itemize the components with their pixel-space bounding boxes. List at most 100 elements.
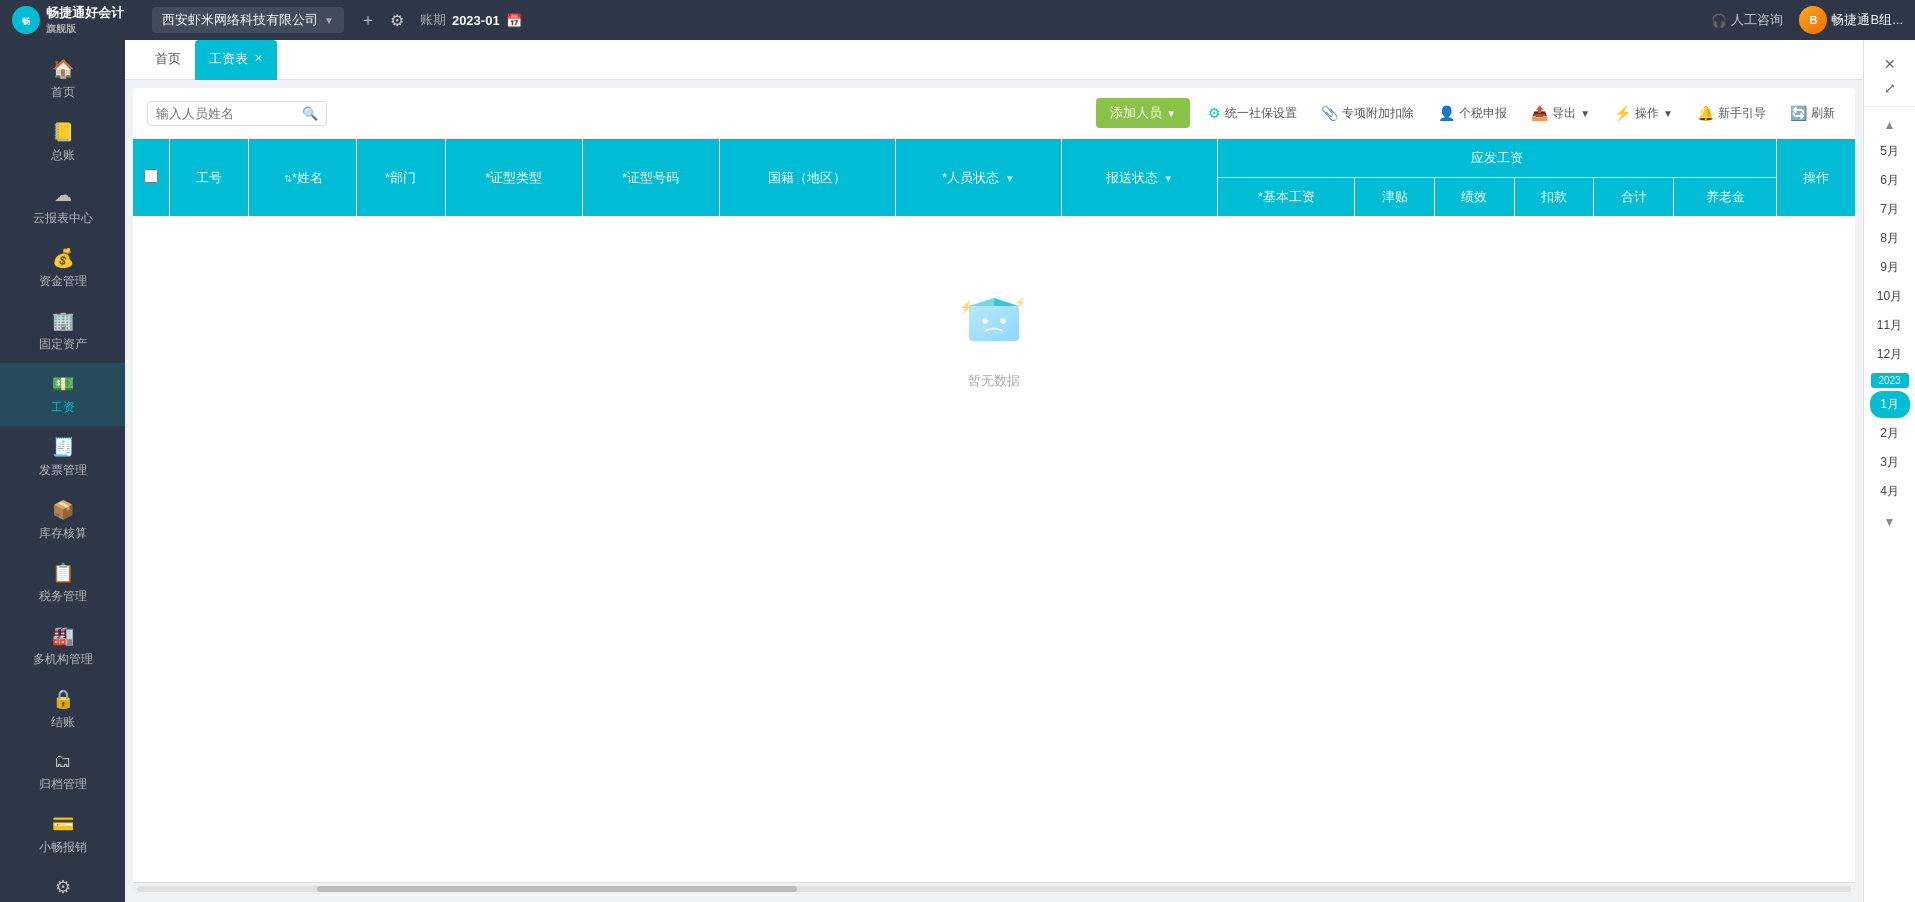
main-layout: 🏠 首页 📒 总账 ☁ 云报表中心 💰 资金管理 🏢 固定资产 💵 工资 🧾 发…: [0, 40, 1915, 902]
refresh-label: 刷新: [1811, 105, 1835, 122]
month-item-2022-06[interactable]: 6月: [1870, 167, 1910, 194]
refresh-action[interactable]: 🔄 刷新: [1784, 101, 1841, 126]
search-wrap: 🔍: [147, 101, 327, 126]
calendar-icon[interactable]: 📅: [506, 13, 522, 28]
month-item-2022-05[interactable]: 5月: [1870, 138, 1910, 165]
sidebar-item-cloud-report[interactable]: ☁ 云报表中心: [0, 174, 125, 237]
sidebar-label-archive: 归档管理: [39, 776, 87, 793]
tab-close-icon[interactable]: ✕: [254, 52, 263, 65]
sidebar-item-close[interactable]: 🔒 结账: [0, 678, 125, 741]
toolbar-right: 添加人员 ▼ ⚙ 统一社保设置 📎 专项附加扣除 👤 个税申报: [1096, 98, 1841, 128]
export-label: 导出: [1552, 105, 1576, 122]
sidebar-item-multi-org[interactable]: 🏭 多机构管理: [0, 615, 125, 678]
special-deduction-label: 专项附加扣除: [1342, 105, 1414, 122]
user-profile[interactable]: B 畅捷通B组...: [1799, 6, 1903, 34]
sidebar-label-close: 结账: [51, 714, 75, 731]
company-selector[interactable]: 西安虾米网络科技有限公司 ▼: [152, 7, 344, 33]
month-item-2022-12[interactable]: 12月: [1870, 341, 1910, 368]
th-emp-no: 工号: [169, 139, 249, 216]
scroll-thumb[interactable]: [317, 886, 797, 892]
archive-icon: 🗂: [54, 751, 72, 772]
tab-home[interactable]: 首页: [141, 40, 195, 80]
sidebar-item-fund[interactable]: 💰 资金管理: [0, 237, 125, 300]
empty-state: ⚡ ⚡ 暂无数据: [133, 216, 1855, 450]
th-nationality: 国籍（地区）: [719, 139, 895, 216]
sort-icon: ⇅: [284, 173, 292, 184]
ledger-icon: 📒: [52, 121, 74, 143]
username: 畅捷通B组...: [1831, 11, 1903, 29]
select-all-checkbox[interactable]: [144, 169, 158, 183]
payroll-table: 工号 ⇅*姓名 *部门 *证型类型 *证型号码 国籍（地区） *人员状态 ▼: [133, 139, 1855, 216]
special-deduction-icon: 📎: [1321, 105, 1338, 121]
sidebar-label-tax: 税务管理: [39, 588, 87, 605]
month-item-2022-10[interactable]: 10月: [1870, 283, 1910, 310]
prev-year-button[interactable]: ▲: [1878, 113, 1902, 137]
right-panel-expand-button[interactable]: ⤢: [1878, 78, 1902, 98]
sidebar-item-home[interactable]: 🏠 首页: [0, 48, 125, 111]
social-security-icon: ⚙: [1208, 105, 1221, 121]
month-item-2022-07[interactable]: 7月: [1870, 196, 1910, 223]
settings-icon[interactable]: ⚙: [390, 11, 404, 30]
sidebar-item-settings[interactable]: ⚙ 基础设置: [0, 866, 125, 902]
sidebar-label-payroll: 工资: [51, 399, 75, 416]
company-name: 西安虾米网络科技有限公司: [162, 11, 318, 29]
sidebar-item-payroll[interactable]: 💵 工资: [0, 363, 125, 426]
personal-tax-action[interactable]: 👤 个税申报: [1432, 101, 1513, 126]
multi-org-icon: 🏭: [52, 625, 74, 647]
app-logo: 畅 畅捷通好会计 旗舰版: [12, 4, 132, 36]
sidebar-item-inventory[interactable]: 📦 库存核算: [0, 489, 125, 552]
sidebar-item-archive[interactable]: 🗂 归档管理: [0, 741, 125, 803]
social-security-action[interactable]: ⚙ 统一社保设置: [1202, 101, 1303, 126]
fixed-assets-icon: 🏢: [52, 310, 74, 332]
report-status-filter-icon[interactable]: ▼: [1163, 173, 1173, 184]
sidebar-item-invoice[interactable]: 🧾 发票管理: [0, 426, 125, 489]
next-year-button[interactable]: ▼: [1878, 510, 1902, 534]
month-item-2022-11[interactable]: 11月: [1870, 312, 1910, 339]
sidebar-item-tax[interactable]: 📋 税务管理: [0, 552, 125, 615]
month-item-2023-02[interactable]: 2月: [1870, 420, 1910, 447]
month-item-2022-09[interactable]: 9月: [1870, 254, 1910, 281]
tab-bar: 首页 工资表 ✕: [125, 40, 1863, 80]
personal-tax-label: 个税申报: [1459, 105, 1507, 122]
special-deduction-action[interactable]: 📎 专项附加扣除: [1315, 101, 1420, 126]
period-label: 账期: [420, 11, 446, 29]
new-guide-action[interactable]: 🔔 新手引导: [1691, 101, 1772, 126]
service-label: 人工咨询: [1731, 11, 1783, 29]
sidebar-item-ledger[interactable]: 📒 总账: [0, 111, 125, 174]
search-icon[interactable]: 🔍: [302, 106, 318, 121]
sidebar-item-fixed-assets[interactable]: 🏢 固定资产: [0, 300, 125, 363]
inventory-icon: 📦: [52, 499, 74, 521]
top-bar-actions: ＋ ⚙: [360, 10, 404, 31]
app-edition: 旗舰版: [46, 22, 124, 36]
personal-tax-icon: 👤: [1438, 105, 1455, 121]
close-book-icon: 🔒: [52, 688, 74, 710]
tax-icon: 📋: [52, 562, 74, 584]
cloud-icon: ☁: [54, 184, 72, 206]
month-item-2022-08[interactable]: 8月: [1870, 225, 1910, 252]
svg-point-6: [1000, 318, 1006, 324]
sidebar-item-expense[interactable]: 💳 小畅报销: [0, 803, 125, 866]
add-person-button[interactable]: 添加人员 ▼: [1096, 98, 1190, 128]
operations-action[interactable]: ⚡ 操作 ▼: [1608, 101, 1679, 126]
tab-home-label: 首页: [155, 50, 181, 68]
export-icon: 📤: [1531, 105, 1548, 121]
service-button[interactable]: 🎧 人工咨询: [1711, 11, 1783, 29]
right-panel-close-button[interactable]: ✕: [1878, 54, 1902, 74]
search-input[interactable]: [156, 106, 296, 121]
month-item-2023-04[interactable]: 4月: [1870, 478, 1910, 505]
home-icon: 🏠: [52, 58, 74, 80]
settings-sidebar-icon: ⚙: [55, 876, 71, 898]
month-item-2023-01[interactable]: 1月: [1870, 391, 1910, 418]
th-name: ⇅*姓名: [249, 139, 357, 216]
sidebar-label-expense: 小畅报销: [39, 839, 87, 856]
svg-rect-2: [969, 306, 1019, 341]
scrollbar[interactable]: [133, 882, 1855, 894]
export-action[interactable]: 📤 导出 ▼: [1525, 101, 1596, 126]
th-basic-salary: *基本工资: [1218, 178, 1355, 217]
person-status-filter-icon[interactable]: ▼: [1005, 173, 1015, 184]
period-info: 账期 2023-01 📅: [420, 11, 522, 29]
month-item-2023-03[interactable]: 3月: [1870, 449, 1910, 476]
tab-payroll-table[interactable]: 工资表 ✕: [195, 40, 277, 80]
export-dropdown-icon: ▼: [1580, 108, 1590, 119]
add-button[interactable]: ＋: [360, 10, 376, 31]
